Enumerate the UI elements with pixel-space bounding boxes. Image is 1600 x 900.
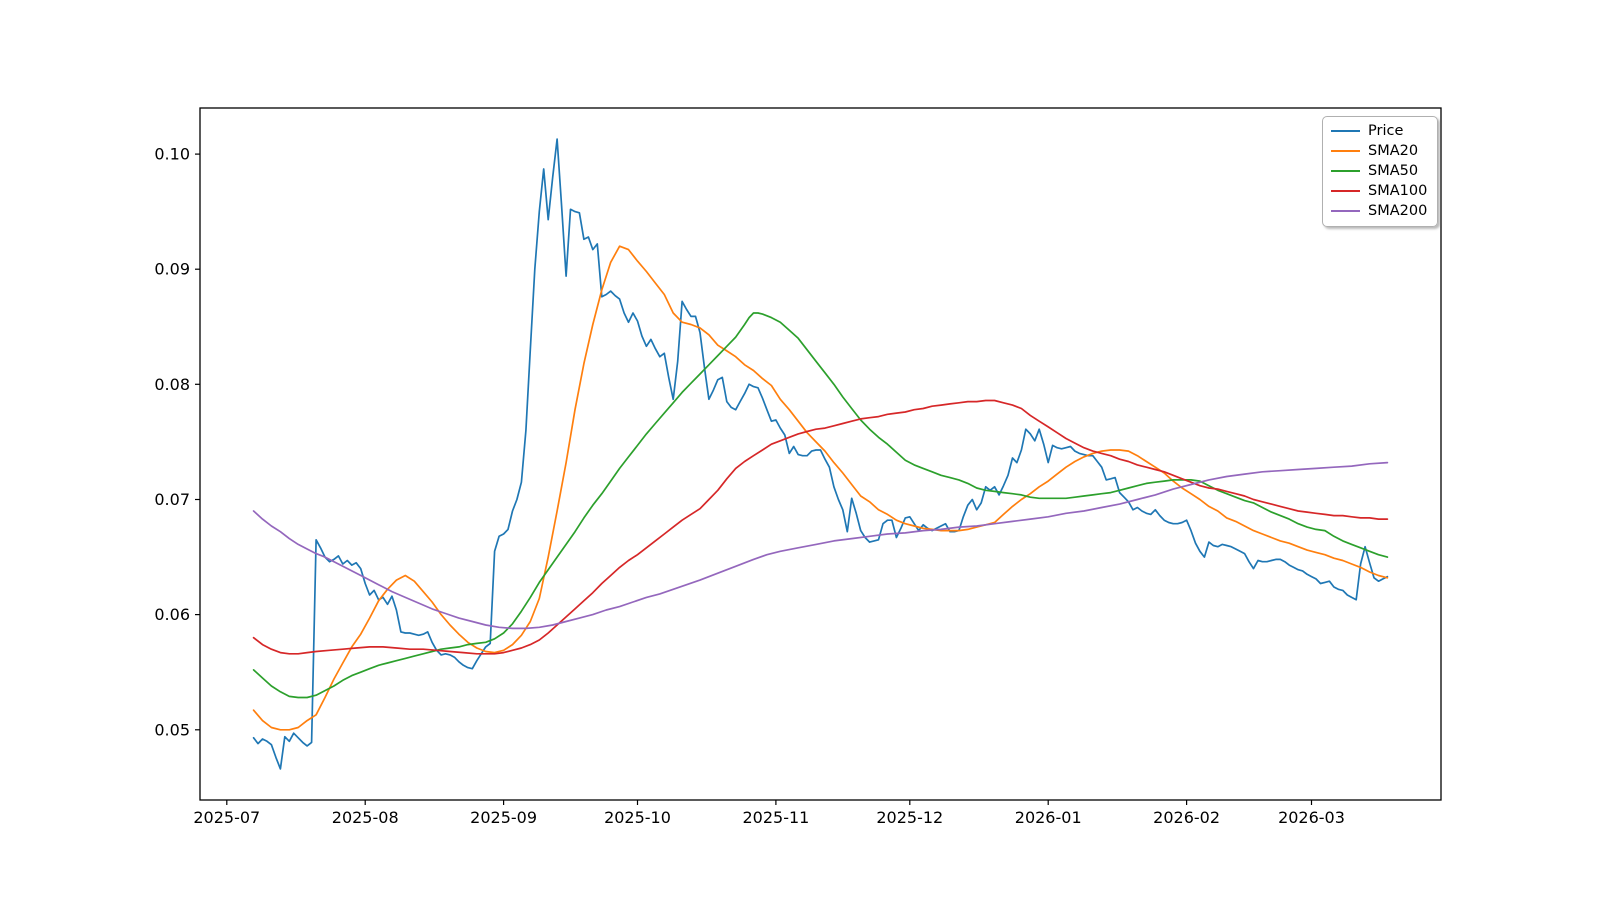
x-tick-label: 2025-11: [742, 808, 809, 827]
y-tick-label: 0.05: [154, 720, 190, 739]
sma100-legend-swatch: [1331, 190, 1360, 192]
sma100-legend-label: SMA100: [1368, 183, 1428, 199]
legend-item-sma200: SMA200: [1331, 202, 1429, 220]
y-tick-label: 0.08: [154, 375, 190, 394]
sma100-line: [252, 399, 1389, 655]
y-tick-label: 0.06: [154, 605, 190, 624]
x-tick-label: 2026-03: [1278, 808, 1345, 827]
legend-item-sma20: SMA20: [1331, 142, 1429, 160]
sma200-line: [252, 461, 1389, 630]
sma20-line: [252, 245, 1389, 731]
price-line: [252, 138, 1389, 770]
x-tick-label: 2026-01: [1015, 808, 1082, 827]
price-legend-label: Price: [1368, 123, 1404, 139]
legend-item-price: Price: [1331, 122, 1429, 140]
x-tick-label: 2025-07: [193, 808, 260, 827]
legend-item-sma100: SMA100: [1331, 182, 1429, 200]
y-tick-label: 0.10: [154, 145, 190, 164]
x-tick-label: 2025-08: [332, 808, 399, 827]
axes-frame: [199, 107, 1442, 801]
figure: 2025-07 2025-08 2025-09 2025-10 2025-11 2025-…: [0, 0, 1600, 900]
price-legend-swatch: [1331, 130, 1360, 132]
x-tick-label: 2025-09: [470, 808, 537, 827]
sma20-legend-label: SMA20: [1368, 143, 1419, 159]
legend-item-sma50: SMA50: [1331, 162, 1429, 180]
sma200-legend-swatch: [1331, 210, 1360, 212]
sma200-legend-label: SMA200: [1368, 203, 1428, 219]
y-tick-label: 0.09: [154, 260, 190, 279]
sma50-legend-label: SMA50: [1368, 163, 1419, 179]
y-tick-label: 0.07: [154, 490, 190, 509]
x-tick-label: 2025-12: [876, 808, 943, 827]
sma50-legend-swatch: [1331, 170, 1360, 172]
sma20-legend-swatch: [1331, 150, 1360, 152]
x-tick-label: 2026-02: [1153, 808, 1220, 827]
legend: Price SMA20 SMA50 SMA100 SMA200: [1322, 116, 1438, 227]
x-tick-label: 2025-10: [604, 808, 671, 827]
sma50-line: [252, 312, 1389, 699]
